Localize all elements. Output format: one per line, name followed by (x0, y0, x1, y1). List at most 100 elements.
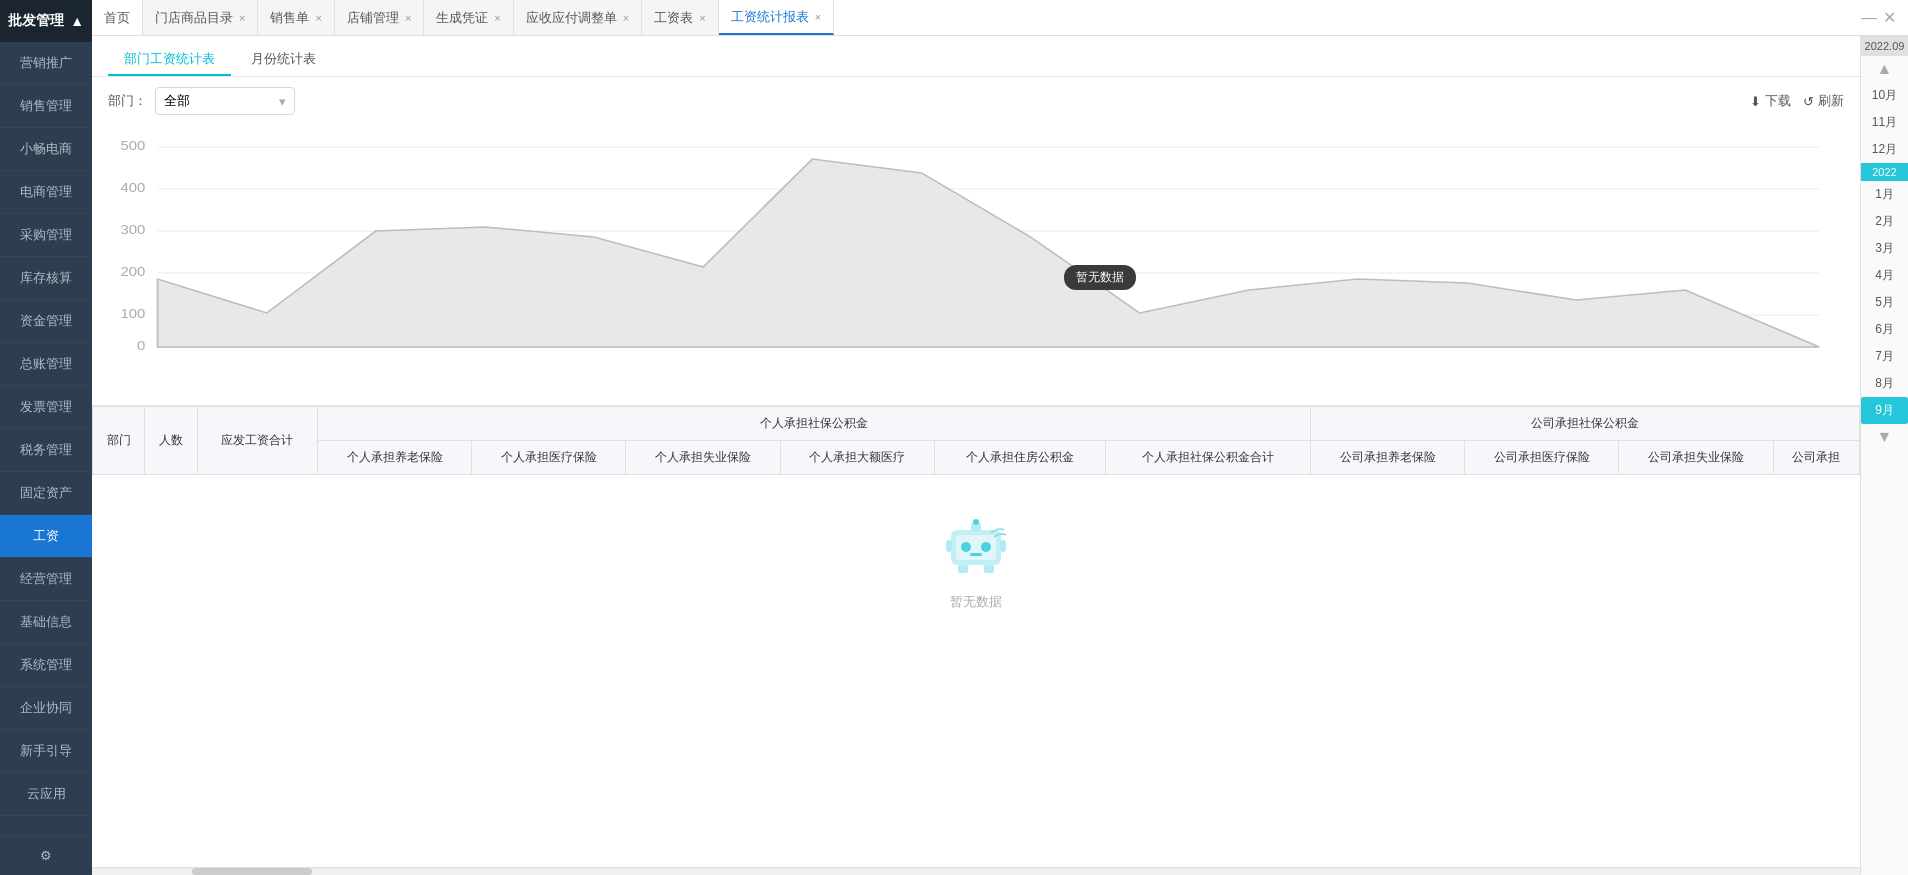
date-nav-down[interactable]: ▼ (1861, 424, 1908, 450)
sidebar-item-库存核算[interactable]: 库存核算 (0, 257, 92, 300)
sub-tab-部门工资统计表[interactable]: 部门工资统计表 (108, 44, 231, 76)
date-nav-up[interactable]: ▲ (1861, 56, 1908, 82)
tab-门店商品目录[interactable]: 门店商品目录× (143, 0, 258, 35)
date-item-9月[interactable]: 9月 (1861, 397, 1908, 424)
sidebar-item-固定资产[interactable]: 固定资产 (0, 472, 92, 515)
sidebar-item-总账管理[interactable]: 总账管理 (0, 343, 92, 386)
col-count: 人数 (145, 407, 197, 475)
toolbar: 部门： 全部 ▾ ⬇ 下载 ↺ 刷新 (92, 77, 1860, 125)
toolbar-right: ⬇ 下载 ↺ 刷新 (1750, 92, 1844, 110)
date-item-6月[interactable]: 6月 (1861, 316, 1908, 343)
sidebar: 批发管理 ▲ 营销推广销售管理小畅电商电商管理采购管理库存核算资金管理总账管理发… (0, 0, 92, 875)
chart-svg: 500 400 300 200 100 0 (108, 135, 1844, 355)
tab-首页[interactable]: 首页 (92, 0, 143, 35)
tab-工资表[interactable]: 工资表× (642, 0, 718, 35)
date-panel-header: 2022.09 (1861, 36, 1908, 56)
date-item-2022[interactable]: 2022 (1861, 163, 1908, 181)
sub-tabs: 部门工资统计表月份统计表 (92, 36, 1860, 77)
tab-close-all[interactable]: — ✕ (1849, 8, 1908, 27)
date-item-12月[interactable]: 12月 (1861, 136, 1908, 163)
empty-state: 暂无数据 (93, 475, 1860, 641)
tab-close-icon[interactable]: × (239, 12, 245, 24)
tab-close-icon[interactable]: × (815, 11, 821, 23)
window-close-icon: ✕ (1883, 8, 1896, 27)
tab-工资统计报表[interactable]: 工资统计报表× (719, 0, 834, 35)
col-p3: 个人承担失业保险 (626, 441, 780, 475)
svg-point-19 (973, 519, 979, 525)
chart-container: 500 400 300 200 100 0 暂 (92, 125, 1860, 405)
svg-marker-12 (158, 159, 1820, 347)
sidebar-item-企业协同[interactable]: 企业协同 (0, 687, 92, 730)
date-item-1月[interactable]: 1月 (1861, 181, 1908, 208)
tab-销售单[interactable]: 销售单× (258, 0, 334, 35)
sidebar-item-电商管理[interactable]: 电商管理 (0, 171, 92, 214)
sidebar-item-新手引导[interactable]: 新手引导 (0, 730, 92, 773)
date-item-3月[interactable]: 3月 (1861, 235, 1908, 262)
svg-rect-17 (970, 553, 982, 556)
sidebar-header[interactable]: 批发管理 ▲ (0, 0, 92, 42)
sidebar-item-销售管理[interactable]: 销售管理 (0, 85, 92, 128)
sidebar-footer[interactable]: ⚙ (0, 835, 92, 875)
svg-rect-23 (984, 565, 994, 573)
tab-应收应付调整单[interactable]: 应收应付调整单× (514, 0, 642, 35)
dept-label: 部门： (108, 92, 147, 110)
date-item-4月[interactable]: 4月 (1861, 262, 1908, 289)
sidebar-items: 营销推广销售管理小畅电商电商管理采购管理库存核算资金管理总账管理发票管理税务管理… (0, 42, 92, 816)
sidebar-collapse-icon: ▲ (70, 13, 84, 29)
scrollbar-thumb[interactable] (192, 868, 312, 875)
col-p5: 个人承担住房公积金 (934, 441, 1105, 475)
refresh-icon: ↺ (1803, 94, 1814, 109)
sidebar-item-工资[interactable]: 工资 (0, 515, 92, 558)
sidebar-item-小畅电商[interactable]: 小畅电商 (0, 128, 92, 171)
col-c4: 公司承担 (1773, 441, 1859, 475)
col-group-company: 公司承担社保公积金 (1311, 407, 1860, 441)
sidebar-item-基础信息[interactable]: 基础信息 (0, 601, 92, 644)
settings-icon: ⚙ (40, 848, 52, 863)
sidebar-title: 批发管理 (8, 12, 64, 30)
date-item-8月[interactable]: 8月 (1861, 370, 1908, 397)
svg-rect-21 (1000, 540, 1006, 552)
date-panel: 2022.09▲10月11月12月20221月2月3月4月5月6月7月8月9月▼ (1860, 36, 1908, 875)
col-p1: 个人承担养老保险 (317, 441, 471, 475)
date-item-10月[interactable]: 10月 (1861, 82, 1908, 109)
page-content: 部门工资统计表月份统计表 部门： 全部 ▾ ⬇ 下载 ↺ (92, 36, 1860, 875)
date-item-2月[interactable]: 2月 (1861, 208, 1908, 235)
sidebar-item-发票管理[interactable]: 发票管理 (0, 386, 92, 429)
sidebar-item-经营管理[interactable]: 经营管理 (0, 558, 92, 601)
sidebar-item-营销推广[interactable]: 营销推广 (0, 42, 92, 85)
sub-tab-月份统计表[interactable]: 月份统计表 (235, 44, 332, 76)
svg-point-15 (961, 542, 971, 552)
date-item-11月[interactable]: 11月 (1861, 109, 1908, 136)
col-p2: 个人承担医疗保险 (472, 441, 626, 475)
col-salary: 应发工资合计 (197, 407, 317, 475)
svg-text:400: 400 (120, 181, 145, 194)
tab-close-icon[interactable]: × (699, 12, 705, 24)
sidebar-item-税务管理[interactable]: 税务管理 (0, 429, 92, 472)
sidebar-item-系统管理[interactable]: 系统管理 (0, 644, 92, 687)
refresh-button[interactable]: ↺ 刷新 (1803, 92, 1844, 110)
content-area: 部门工资统计表月份统计表 部门： 全部 ▾ ⬇ 下载 ↺ (92, 36, 1908, 875)
bottom-scrollbar[interactable] (92, 867, 1860, 875)
sidebar-item-资金管理[interactable]: 资金管理 (0, 300, 92, 343)
tab-close-icon[interactable]: × (315, 12, 321, 24)
tab-店铺管理[interactable]: 店铺管理× (335, 0, 424, 35)
svg-text:300: 300 (120, 223, 145, 236)
col-group-personal: 个人承担社保公积金 (317, 407, 1310, 441)
svg-text:500: 500 (120, 139, 145, 152)
svg-rect-20 (946, 540, 952, 552)
sidebar-item-采购管理[interactable]: 采购管理 (0, 214, 92, 257)
window-minimize-icon: — (1861, 9, 1877, 27)
tab-生成凭证[interactable]: 生成凭证× (424, 0, 513, 35)
tab-close-icon[interactable]: × (405, 12, 411, 24)
dept-select[interactable]: 全部 ▾ (155, 87, 295, 115)
date-item-5月[interactable]: 5月 (1861, 289, 1908, 316)
dept-value: 全部 (164, 92, 190, 110)
date-item-7月[interactable]: 7月 (1861, 343, 1908, 370)
tab-close-icon[interactable]: × (623, 12, 629, 24)
svg-text:100: 100 (120, 307, 145, 320)
sidebar-item-云应用[interactable]: 云应用 (0, 773, 92, 816)
main-area: 首页门店商品目录×销售单×店铺管理×生成凭证×应收应付调整单×工资表×工资统计报… (92, 0, 1908, 875)
download-button[interactable]: ⬇ 下载 (1750, 92, 1791, 110)
table-container[interactable]: 部门 人数 应发工资合计 个人承担社保公积金 公司承担社保公积金 个人承担养老保… (92, 405, 1860, 867)
tab-close-icon[interactable]: × (494, 12, 500, 24)
